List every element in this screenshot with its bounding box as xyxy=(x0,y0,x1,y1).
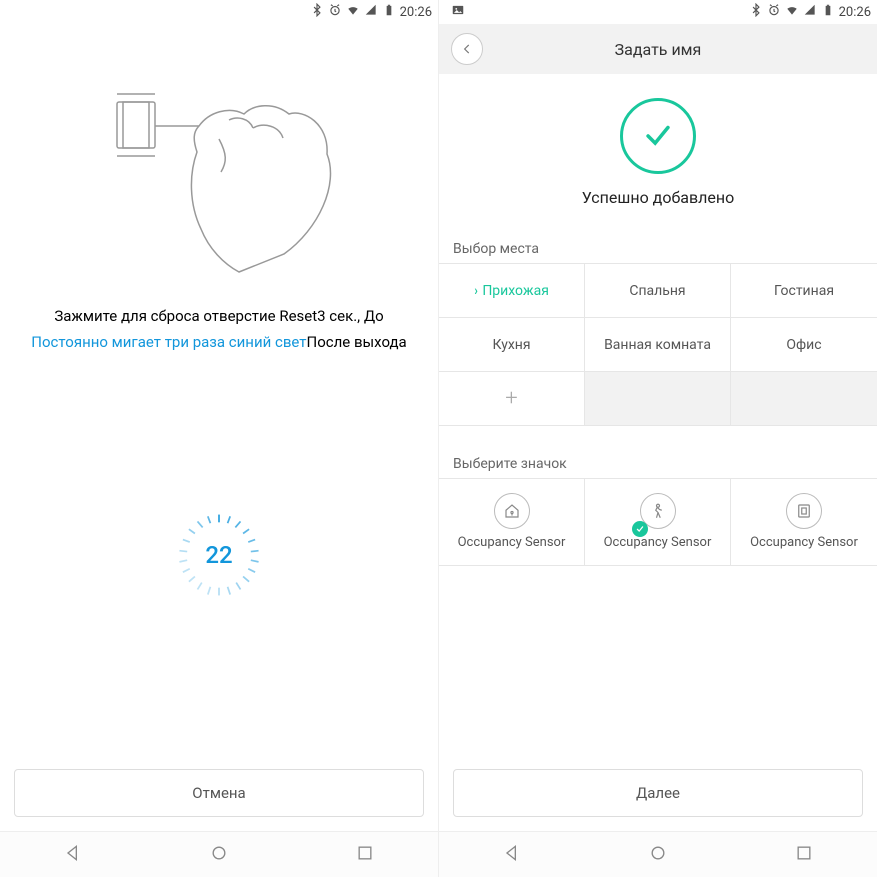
page-header: Задать имя xyxy=(439,24,877,74)
room-option[interactable]: Кухня xyxy=(439,318,585,372)
cancel-button[interactable]: Отмена xyxy=(14,769,424,817)
sensor-device-icon xyxy=(786,493,822,529)
icon-row: Occupancy Sensor Occupancy Sensor Occupa… xyxy=(439,478,877,566)
nav-recent-icon[interactable] xyxy=(794,843,814,867)
nav-recent-icon[interactable] xyxy=(355,843,375,867)
countdown-timer: 22 xyxy=(176,512,262,598)
status-bar: 20:26 xyxy=(0,0,438,24)
screen-reset: 20:26 Зажмите для сброса отверстие Reset… xyxy=(0,0,439,877)
instruction-highlight: Постоянно мигает три раза синий свет xyxy=(31,333,306,351)
instruction-tail: После выхода xyxy=(307,333,407,351)
wifi-icon xyxy=(785,3,799,21)
icon-option[interactable]: Occupancy Sensor xyxy=(731,479,877,565)
icon-section-label: Выберите значок xyxy=(439,450,877,478)
room-option[interactable]: Прихожая xyxy=(439,264,585,318)
success-message: Успешно добавлено xyxy=(439,188,877,207)
reset-instruction: Зажмите для сброса отверстие Reset3 сек.… xyxy=(0,304,438,355)
signal-icon xyxy=(364,3,378,21)
android-navbar xyxy=(0,831,438,877)
status-time: 20:26 xyxy=(839,5,871,20)
room-option[interactable]: Гостиная xyxy=(731,264,877,318)
icon-option[interactable]: Occupancy Sensor xyxy=(585,479,731,565)
room-option[interactable]: Ванная комната xyxy=(585,318,731,372)
house-icon xyxy=(494,493,530,529)
nav-home-icon[interactable] xyxy=(209,843,229,867)
back-button[interactable] xyxy=(451,33,483,65)
status-bar: 20:26 xyxy=(439,0,877,24)
nav-back-icon[interactable] xyxy=(502,843,522,867)
nav-home-icon[interactable] xyxy=(648,843,668,867)
empty-cell xyxy=(585,372,731,426)
status-time: 20:26 xyxy=(400,5,432,20)
success-icon xyxy=(620,98,696,174)
alarm-icon xyxy=(767,3,781,21)
instruction-line1: Зажмите для сброса отверстие Reset3 сек.… xyxy=(12,304,426,330)
battery-icon xyxy=(382,3,396,21)
room-section-label: Выбор места xyxy=(439,235,877,263)
add-room-button[interactable]: + xyxy=(439,372,585,426)
gallery-icon xyxy=(451,3,465,21)
signal-icon xyxy=(803,3,817,21)
bluetooth-icon xyxy=(749,3,763,21)
icon-option[interactable]: Occupancy Sensor xyxy=(439,479,585,565)
screen-naming: 20:26 Задать имя Успешно добавлено Выбор… xyxy=(439,0,877,877)
page-title: Задать имя xyxy=(439,40,877,59)
reset-illustration xyxy=(0,24,438,304)
alarm-icon xyxy=(328,3,342,21)
android-navbar xyxy=(439,831,877,877)
bluetooth-icon xyxy=(310,3,324,21)
room-option[interactable]: Спальня xyxy=(585,264,731,318)
next-button[interactable]: Далее xyxy=(453,769,863,817)
room-option[interactable]: Офис xyxy=(731,318,877,372)
nav-back-icon[interactable] xyxy=(63,843,83,867)
wifi-icon xyxy=(346,3,360,21)
battery-icon xyxy=(821,3,835,21)
empty-cell xyxy=(731,372,877,426)
room-grid: Прихожая Спальня Гостиная Кухня Ванная к… xyxy=(439,263,877,426)
